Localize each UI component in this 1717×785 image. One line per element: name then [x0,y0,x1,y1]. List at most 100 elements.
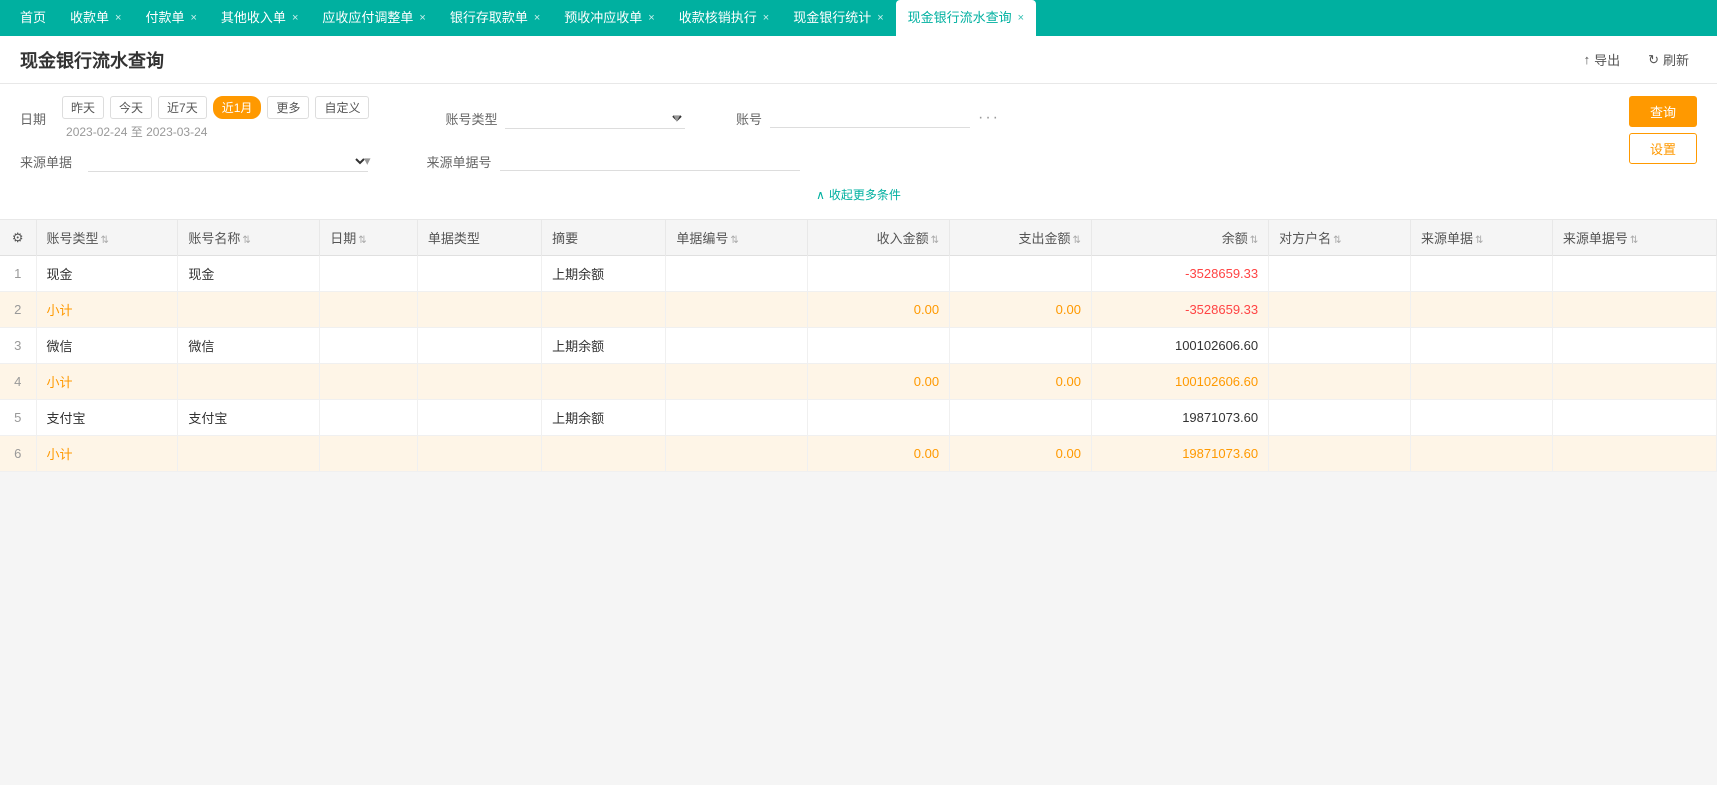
col-income: 收入金额⇅ [808,220,950,256]
table-row[interactable]: 1 现金 现金 上期余额 -3528659.33 [0,256,1717,292]
date-yesterday[interactable]: 昨天 [62,96,104,119]
col-doc-type: 单据类型 [417,220,541,256]
cell-index: 2 [0,292,36,328]
collapse-bar[interactable]: ∧ 收起更多条件 [20,182,1697,207]
cell-account-type: 小计 [36,292,178,328]
nav-tab-advance[interactable]: 预收冲应收单 × [552,0,666,36]
sort-icon[interactable]: ⇅ [1475,235,1483,246]
nav-tab-payments[interactable]: 付款单 × [133,0,208,36]
cell-expense [950,400,1092,436]
close-icon[interactable]: × [292,0,298,36]
cell-account-name: 微信 [178,328,320,364]
sort-icon[interactable]: ⇅ [1073,235,1081,246]
date-custom[interactable]: 自定义 [315,96,369,119]
close-icon[interactable]: × [648,0,654,36]
nav-home[interactable]: 首页 [8,0,58,36]
close-icon[interactable]: × [419,0,425,36]
cell-counterpart [1269,256,1411,292]
cell-income [808,400,950,436]
nav-tab-bank-deposit[interactable]: 银行存取款单 × [438,0,552,36]
table-header-row: ⚙ 账号类型⇅ 账号名称⇅ 日期⇅ 单据类型 摘要 单据编号⇅ [0,220,1717,256]
date-options: 昨天 今天 近7天 近1月 更多 自定义 [62,96,369,119]
cell-account-name [178,436,320,472]
close-icon[interactable]: × [115,0,121,36]
nav-tab-verify[interactable]: 收款核销执行 × [667,0,781,36]
top-navigation: 首页 收款单 × 付款单 × 其他收入单 × 应收应付调整单 × 银行存取款单 … [0,0,1717,36]
account-type-select[interactable] [505,107,685,129]
sort-icon[interactable]: ⇅ [1250,235,1258,246]
cell-date [320,436,418,472]
cell-expense: 0.00 [950,364,1092,400]
cell-doc-no [666,256,808,292]
close-icon[interactable]: × [877,0,883,36]
sort-icon[interactable]: ⇅ [1630,235,1638,246]
cell-doc-no [666,364,808,400]
gear-icon[interactable]: ⚙ [12,230,24,245]
cell-summary [542,292,666,328]
cell-index: 3 [0,328,36,364]
nav-tab-ar-adjustment[interactable]: 应收应付调整单 × [310,0,437,36]
cell-balance: 100102606.60 [1091,328,1268,364]
col-account-name: 账号名称⇅ [178,220,320,256]
sort-icon[interactable]: ⇅ [358,235,366,246]
nav-tab-receipts[interactable]: 收款单 × [58,0,133,36]
date-7days[interactable]: 近7天 [158,96,207,119]
source-doc-dropdown-icon: ▾ [364,153,371,169]
sort-icon[interactable]: ⇅ [931,235,939,246]
cell-income: 0.00 [808,292,950,328]
refresh-button[interactable]: ↻ 刷新 [1640,46,1697,73]
cell-doc-no [666,400,808,436]
account-type-label: 账号类型 [445,109,497,128]
sort-icon[interactable]: ⇅ [1333,235,1341,246]
close-icon[interactable]: × [763,0,769,36]
cell-expense [950,328,1092,364]
nav-tab-flow-query[interactable]: 现金银行流水查询 × [896,0,1036,36]
close-icon[interactable]: × [534,0,540,36]
cell-summary [542,364,666,400]
sort-icon[interactable]: ⇅ [101,235,109,246]
cell-income: 0.00 [808,364,950,400]
cell-account-type: 微信 [36,328,178,364]
date-range-display: 2023-02-24 至 2023-03-24 [66,123,369,140]
account-group: 账号 ··· [736,108,1000,128]
right-buttons: 查询 设置 [1629,96,1697,164]
date-more[interactable]: 更多 [267,96,309,119]
cell-account-type: 小计 [36,364,178,400]
table-row[interactable]: 6 小计 0.00 0.00 19871073.60 [0,436,1717,472]
nav-tab-stats[interactable]: 现金银行统计 × [781,0,895,36]
data-table: ⚙ 账号类型⇅ 账号名称⇅ 日期⇅ 单据类型 摘要 单据编号⇅ [0,220,1717,472]
cell-summary: 上期余额 [542,328,666,364]
source-doc-label: 来源单据 [20,152,72,171]
table-row[interactable]: 5 支付宝 支付宝 上期余额 19871073.60 [0,400,1717,436]
account-type-group: 账号类型 ▾ [445,107,680,129]
account-input[interactable] [770,108,970,128]
close-icon[interactable]: × [1018,0,1024,36]
close-icon[interactable]: × [190,0,196,36]
cell-date [320,364,418,400]
cell-date [320,400,418,436]
query-button[interactable]: 查询 [1629,96,1697,127]
cell-source-doc [1411,256,1553,292]
settings-button[interactable]: 设置 [1629,133,1697,164]
cell-income [808,256,950,292]
sort-icon[interactable]: ⇅ [242,235,250,246]
source-doc-select[interactable] [88,150,368,172]
cell-source-doc [1411,400,1553,436]
cell-balance: -3528659.33 [1091,256,1268,292]
source-doc-no-input[interactable] [500,151,800,171]
filter-row-date: 日期 昨天 今天 近7天 近1月 更多 自定义 2023-02-24 至 202… [20,96,1629,140]
nav-tab-other-income[interactable]: 其他收入单 × [209,0,310,36]
sort-icon[interactable]: ⇅ [730,235,738,246]
col-balance: 余额⇅ [1091,220,1268,256]
date-today[interactable]: 今天 [110,96,152,119]
table-row[interactable]: 2 小计 0.00 0.00 -3528659.33 [0,292,1717,328]
cell-doc-no [666,292,808,328]
cell-source-doc-no [1552,328,1716,364]
account-dots-button[interactable]: ··· [978,109,1000,127]
export-button[interactable]: ↑ 导出 [1576,46,1629,73]
cell-counterpart [1269,364,1411,400]
cell-source-doc [1411,364,1553,400]
table-row[interactable]: 3 微信 微信 上期余额 100102606.60 [0,328,1717,364]
date-1month[interactable]: 近1月 [213,96,262,119]
table-row[interactable]: 4 小计 0.00 0.00 100102606.60 [0,364,1717,400]
